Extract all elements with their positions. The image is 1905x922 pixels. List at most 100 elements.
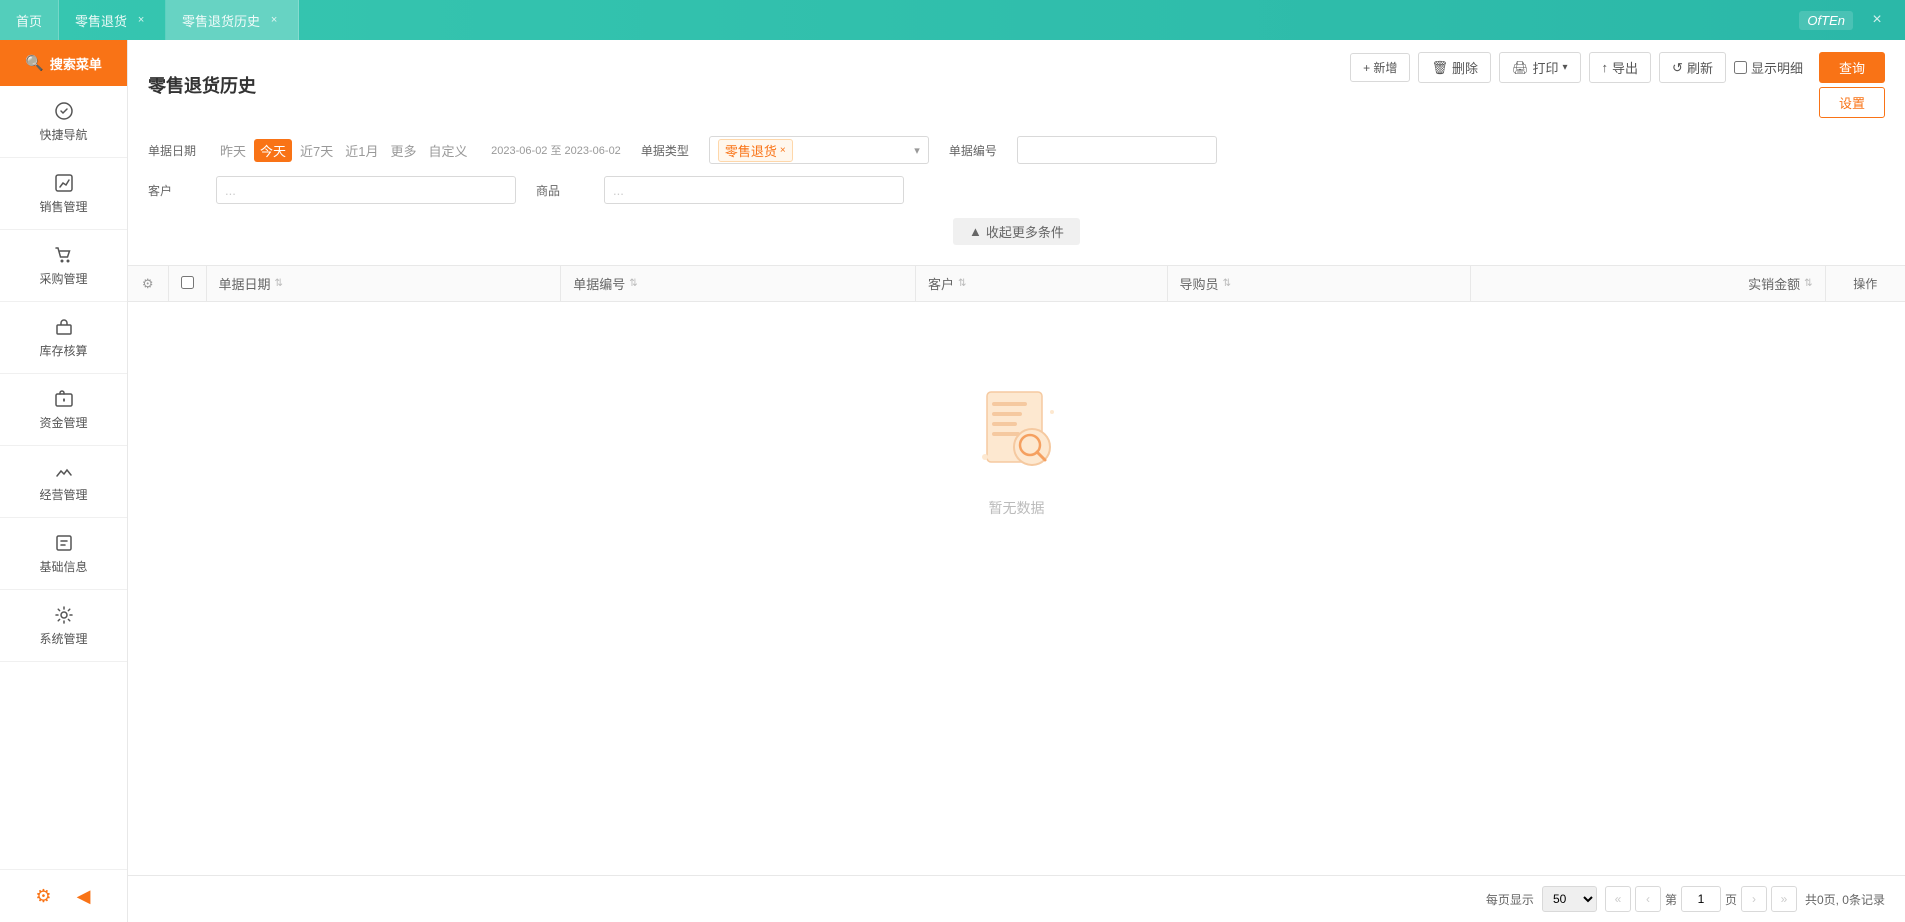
table-container: ⚙ 单据日期 ⇅ 单据编号 [128,266,1905,875]
query-settings-group: 查询 设置 [1819,52,1885,118]
th-bill-no-label: 单据编号 [573,274,625,293]
retail-return-history-tab-label: 零售退货历史 [182,11,260,30]
collapse-btn[interactable]: ▲ 收起更多条件 [953,218,1080,245]
th-guide-label: 导购员 [1180,274,1219,293]
sidebar-item-basic-info[interactable]: 基础信息 [0,518,127,590]
th-amount[interactable]: 实销金额 ⇅ [1470,266,1825,302]
tab-retail-return[interactable]: 零售退货 × [59,0,166,40]
shortcut-custom[interactable]: 自定义 [425,139,472,162]
th-date[interactable]: 单据日期 ⇅ [206,266,561,302]
th-guide[interactable]: 导购员 ⇅ [1167,266,1470,302]
print-btn[interactable]: 🖨 打印 ▾ [1499,52,1581,83]
customer-sort-icon[interactable]: ⇅ [958,278,966,289]
select-all-checkbox[interactable] [181,276,194,289]
new-btn[interactable]: + 新增 [1350,53,1410,82]
delete-btn[interactable]: 🗑 删除 [1418,52,1491,83]
th-customer[interactable]: 客户 ⇅ [915,266,1167,302]
settings-btn[interactable]: 设置 [1819,87,1885,118]
date-sort-icon[interactable]: ⇅ [275,278,283,289]
top-bar: 首页 零售退货 × 零售退货历史 × OfTEn × [0,0,1905,40]
th-amount-label: 实销金额 [1748,274,1800,293]
amount-sort-icon[interactable]: ⇅ [1804,278,1812,289]
sidebar-item-sales-mgmt[interactable]: 销售管理 [0,158,127,230]
empty-text: 暂无数据 [989,498,1045,518]
sidebar-collapse-icon[interactable]: ◀ [70,882,98,910]
collapse-label: 收起更多条件 [986,222,1064,241]
last-page-btn[interactable]: » [1771,886,1797,912]
main-layout: 🔍 搜索菜单 快捷导航 销售管理 采购管理 库存核算 [0,40,1905,922]
th-bill-no-sort: 单据编号 ⇅ [573,274,903,293]
date-filter-label: 单据日期 [148,142,208,159]
page-number-input[interactable] [1681,886,1721,912]
bill-no-input[interactable] [1017,136,1217,164]
page-title: 零售退货历史 [148,72,256,98]
bill-type-filter-field: 单据类型 零售退货 × ▾ [641,136,929,164]
page-size-select[interactable]: 20 50 100 [1542,886,1597,912]
customer-select[interactable]: ... [216,176,516,204]
sidebar-item-operation-mgmt[interactable]: 经营管理 [0,446,127,518]
first-page-btn[interactable]: « [1605,886,1631,912]
filter-area: 单据日期 昨天 今天 近7天 近1月 更多 自定义 2023-06-02 至 2… [148,130,1885,265]
sidebar-item-purchase-mgmt[interactable]: 采购管理 [0,230,127,302]
shortcut-yesterday[interactable]: 昨天 [216,139,250,162]
shortcut-7days[interactable]: 近7天 [296,139,337,162]
goods-select[interactable]: ... [604,176,904,204]
query-btn[interactable]: 查询 [1819,52,1885,83]
sidebar-item-quick-nav[interactable]: 快捷导航 [0,86,127,158]
sidebar-item-label-system: 系统管理 [39,630,87,647]
next-page-btn[interactable]: › [1741,886,1767,912]
retail-return-tab-close[interactable]: × [133,12,149,28]
date-filter-field: 单据日期 昨天 今天 近7天 近1月 更多 自定义 2023-06-02 至 2… [148,139,621,162]
delete-icon: 🗑 [1431,60,1448,76]
bill-no-label: 单据编号 [949,142,1009,159]
prev-page-btn[interactable]: ‹ [1635,886,1661,912]
shortcut-1month[interactable]: 近1月 [341,139,382,162]
display-switch[interactable]: 显示明细 [1734,58,1803,77]
th-bill-no[interactable]: 单据编号 ⇅ [561,266,916,302]
customer-label: 客户 [148,182,208,199]
sidebar-item-system-mgmt[interactable]: 系统管理 [0,590,127,662]
system-mgmt-icon [53,604,75,626]
empty-illustration [967,382,1067,482]
display-checkbox[interactable] [1734,61,1747,74]
collapse-icon: ▲ [969,224,982,239]
sidebar-settings-icon[interactable]: ⚙ [30,882,58,910]
bill-type-select[interactable]: 零售退货 × ▾ [709,136,929,164]
th-customer-label: 客户 [928,274,954,293]
data-table: ⚙ 单据日期 ⇅ 单据编号 [128,266,1905,302]
bill-type-label: 单据类型 [641,142,701,159]
retail-return-history-tab-close[interactable]: × [266,12,282,28]
sidebar-item-label-purchase: 采购管理 [39,270,87,287]
bill-type-tag: 零售退货 × [718,139,793,162]
tab-home[interactable]: 首页 [0,0,59,40]
operation-mgmt-icon [53,460,75,482]
shortcut-today[interactable]: 今天 [254,139,292,162]
bill-no-filter-field: 单据编号 [949,136,1217,164]
sidebar-item-inventory[interactable]: 库存核算 [0,302,127,374]
page-size-label: 每页显示 [1486,891,1534,908]
retail-return-tab-label: 零售退货 [75,11,127,30]
bill-no-sort-icon[interactable]: ⇅ [629,278,637,289]
filter-row-1: 单据日期 昨天 今天 近7天 近1月 更多 自定义 2023-06-02 至 2… [148,130,1885,170]
date-range-display: 2023-06-02 至 2023-06-02 [491,142,621,158]
sidebar-search[interactable]: 🔍 搜索菜单 [0,40,127,86]
export-btn[interactable]: ↑ 导出 [1589,52,1652,83]
th-gear[interactable]: ⚙ [128,266,168,302]
filter-row-2: 客户 ... 商品 ... [148,170,1885,210]
sidebar-item-finance-mgmt[interactable]: 资金管理 [0,374,127,446]
table-header: ⚙ 单据日期 ⇅ 单据编号 [128,266,1905,302]
refresh-icon: ↺ [1672,60,1683,76]
page-word: 第 [1665,891,1677,908]
sidebar: 🔍 搜索菜单 快捷导航 销售管理 采购管理 库存核算 [0,40,128,922]
window-close-btn[interactable]: × [1865,8,1889,32]
bill-type-tag-close[interactable]: × [780,145,786,156]
purchase-mgmt-icon [53,244,75,266]
sidebar-item-label-basic: 基础信息 [39,558,87,575]
tab-retail-return-history[interactable]: 零售退货历史 × [166,0,299,40]
shortcut-more[interactable]: 更多 [387,139,421,162]
bill-type-tag-text: 零售退货 [725,141,777,160]
gear-icon[interactable]: ⚙ [142,276,154,291]
th-date-sort: 单据日期 ⇅ [219,274,549,293]
guide-sort-icon[interactable]: ⇅ [1223,278,1231,289]
refresh-btn[interactable]: ↺ 刷新 [1659,52,1726,83]
